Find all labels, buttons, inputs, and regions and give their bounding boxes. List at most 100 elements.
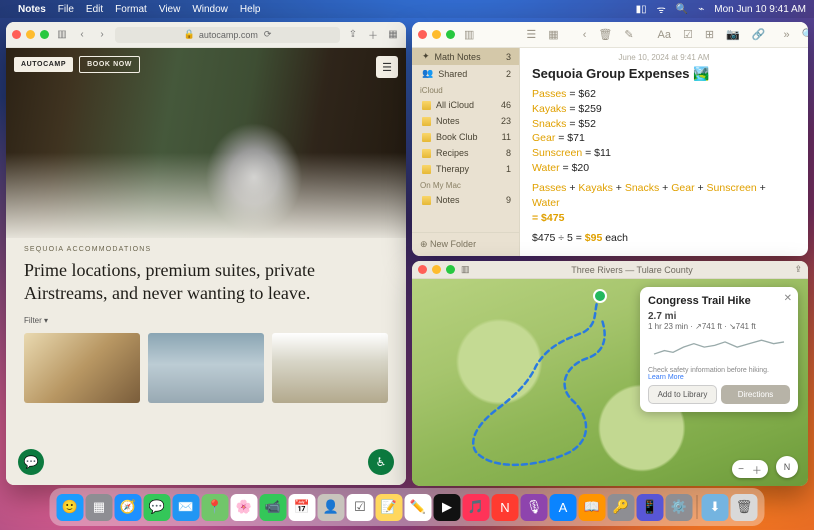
site-logo[interactable]: AUTOCAMP: [14, 57, 73, 72]
dock-books[interactable]: 📖: [579, 494, 606, 521]
directions-button[interactable]: Directions: [721, 385, 790, 404]
note-line: Passes = $62: [532, 87, 796, 102]
learn-more-link[interactable]: Learn More: [648, 374, 790, 381]
note-timestamp: June 10, 2024 at 9:41 AM: [520, 48, 808, 65]
maps-traffic-lights[interactable]: [418, 265, 455, 274]
sidebar-item[interactable]: Therapy1: [412, 161, 519, 177]
search-icon[interactable]: 🔍: [676, 4, 688, 15]
grid-view-icon[interactable]: ▦: [548, 28, 558, 41]
chat-fab[interactable]: 💬: [18, 449, 44, 475]
menubar-app[interactable]: Notes: [18, 4, 46, 15]
search-icon[interactable]: 🔍: [802, 28, 808, 41]
wifi-icon[interactable]: ᯤ: [657, 2, 666, 16]
note-sum-line: Passes + Kayaks + Snacks + Gear + Sunscr…: [532, 181, 796, 225]
lock-icon: 🔒: [184, 29, 195, 40]
sidebar-item[interactable]: Book Club11: [412, 129, 519, 145]
safari-traffic-lights[interactable]: [12, 30, 49, 39]
dock-news[interactable]: N: [492, 494, 519, 521]
notes-traffic-lights[interactable]: [418, 30, 455, 39]
dock-facetime[interactable]: 📹: [260, 494, 287, 521]
dock-music[interactable]: 🎵: [463, 494, 490, 521]
list-view-icon[interactable]: ☰: [526, 28, 536, 41]
close-icon[interactable]: ✕: [784, 293, 792, 304]
book-now-button[interactable]: BOOK NOW: [79, 56, 140, 73]
dock-iphone[interactable]: 📱: [637, 494, 664, 521]
sidebar-item-shared[interactable]: 👥 Shared 2: [412, 65, 519, 82]
map-canvas[interactable]: ✕ Congress Trail Hike 2.7 mi 1 hr 23 min…: [412, 279, 808, 486]
sidebar-item[interactable]: Recipes8: [412, 145, 519, 161]
dock-tv[interactable]: ▶︎: [434, 494, 461, 521]
filter-button[interactable]: Filter ▾: [6, 304, 406, 329]
menu-window[interactable]: Window: [192, 4, 228, 15]
reload-icon[interactable]: ⟳: [264, 29, 272, 40]
dock-contacts[interactable]: 👤: [318, 494, 345, 521]
menu-help[interactable]: Help: [240, 4, 261, 15]
dock-messages[interactable]: 💬: [144, 494, 171, 521]
back-button[interactable]: ‹: [75, 29, 89, 40]
dock-separator: [697, 495, 698, 519]
dock-passwords[interactable]: 🔑: [608, 494, 635, 521]
trail-safety: Check safety information before hiking.: [648, 367, 790, 374]
sidebar-toggle-icon[interactable]: ▥: [55, 29, 69, 40]
accommodation-thumb[interactable]: [24, 333, 140, 403]
share-icon[interactable]: ⇪: [794, 264, 802, 275]
address-bar[interactable]: 🔒 autocamp.com ⟳: [115, 27, 340, 43]
format-icon[interactable]: Aa: [658, 29, 671, 41]
map-zoom-control[interactable]: −＋: [732, 460, 768, 478]
sidebar-toggle-icon[interactable]: ▥: [464, 28, 474, 41]
page-headline: Prime locations, premium suites, private…: [24, 259, 374, 304]
checklist-icon[interactable]: ☑︎: [683, 28, 693, 41]
notes-editor[interactable]: June 10, 2024 at 9:41 AM Sequoia Group E…: [520, 48, 808, 256]
dock-reminders[interactable]: ☑︎: [347, 494, 374, 521]
dock-mail[interactable]: ✉️: [173, 494, 200, 521]
sidebar-toggle-icon[interactable]: ▥: [461, 264, 470, 275]
table-icon[interactable]: ⊞: [705, 28, 714, 41]
dock-freeform[interactable]: ✏️: [405, 494, 432, 521]
dock-settings[interactable]: ⚙️: [666, 494, 693, 521]
menu-view[interactable]: View: [159, 4, 181, 15]
notes-window: ▥ ☰ ▦ ‹ 🗑 ✎ Aa ☑︎ ⊞ 📷 🔗 » 🔍 ✦ Math Notes…: [412, 22, 808, 256]
tabs-icon[interactable]: ▦: [386, 29, 400, 40]
dock-safari[interactable]: 🧭: [115, 494, 142, 521]
link-icon[interactable]: 🔗: [752, 28, 766, 41]
dock-podcasts[interactable]: 🎙: [521, 494, 548, 521]
compass-control[interactable]: N: [776, 456, 798, 478]
menu-file[interactable]: File: [58, 4, 74, 15]
dock-maps[interactable]: 📍: [202, 494, 229, 521]
media-icon[interactable]: 📷: [726, 28, 740, 41]
dock-notes[interactable]: 📝: [376, 494, 403, 521]
sidebar-item-math-notes[interactable]: ✦ Math Notes 3: [412, 48, 519, 65]
forward-button[interactable]: ›: [95, 29, 109, 40]
dock-launchpad[interactable]: ▦: [86, 494, 113, 521]
share-icon[interactable]: ⇪: [346, 29, 360, 40]
sidebar-item[interactable]: Notes9: [412, 192, 519, 208]
menu-edit[interactable]: Edit: [86, 4, 103, 15]
accommodation-thumb[interactable]: [148, 333, 264, 403]
accommodation-thumb[interactable]: [272, 333, 388, 403]
battery-icon[interactable]: ▮▯: [636, 4, 647, 15]
add-to-library-button[interactable]: Add to Library: [648, 385, 717, 404]
dock-downloads[interactable]: ⬇︎: [702, 494, 729, 521]
menubar-clock[interactable]: Mon Jun 10 9:41 AM: [714, 4, 806, 15]
more-icon[interactable]: »: [784, 29, 790, 41]
accessibility-fab[interactable]: ♿︎: [368, 449, 394, 475]
dock-photos[interactable]: 🌸: [231, 494, 258, 521]
trail-stats: 1 hr 23 min · ↗741 ft · ↘741 ft: [648, 322, 790, 331]
new-note-icon[interactable]: ✎: [624, 28, 633, 41]
new-tab-button[interactable]: ＋: [366, 27, 380, 42]
hamburger-menu-icon[interactable]: ☰: [376, 56, 398, 78]
dock-finder[interactable]: 🙂: [57, 494, 84, 521]
new-folder-button[interactable]: ⊕ New Folder: [412, 232, 519, 256]
note-title: Sequoia Group Expenses 🏞️: [532, 65, 796, 83]
back-icon[interactable]: ‹: [583, 29, 587, 41]
control-center-icon[interactable]: ⌁: [698, 4, 704, 15]
menu-format[interactable]: Format: [115, 4, 147, 15]
dock-trash[interactable]: 🗑: [731, 494, 758, 521]
address-bar-text: autocamp.com: [199, 30, 258, 40]
sidebar-item[interactable]: Notes23: [412, 113, 519, 129]
dock-appstore[interactable]: A: [550, 494, 577, 521]
sidebar-item[interactable]: All iCloud46: [412, 97, 519, 113]
dock-calendar[interactable]: 📅: [289, 494, 316, 521]
safari-toolbar: ▥ ‹ › 🔒 autocamp.com ⟳ ⇪ ＋ ▦: [6, 22, 406, 48]
trash-icon[interactable]: 🗑: [598, 28, 612, 41]
